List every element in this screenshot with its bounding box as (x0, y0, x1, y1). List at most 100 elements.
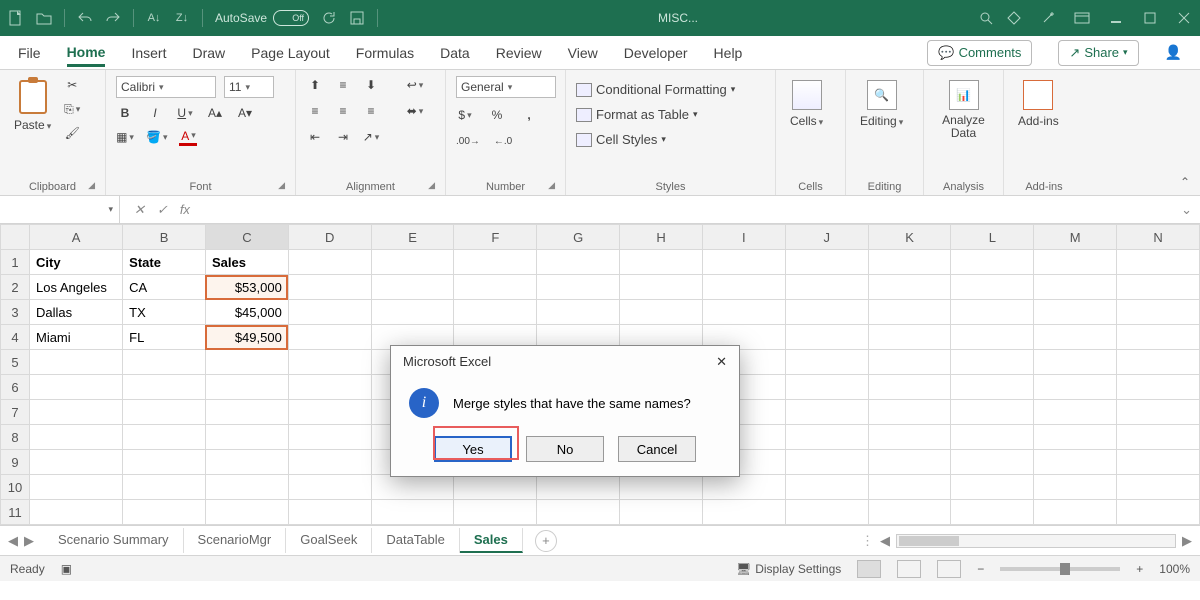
copy-icon[interactable]: ⎘ (63, 100, 81, 118)
sheet-tab-scenario-summary[interactable]: Scenario Summary (44, 528, 184, 553)
cell-N6[interactable] (1117, 375, 1200, 400)
cell-B11[interactable] (123, 500, 206, 525)
col-header-J[interactable]: J (785, 225, 868, 250)
cell-J8[interactable] (785, 425, 868, 450)
hscroll-right[interactable]: ▶ (1182, 533, 1192, 549)
cell-E1[interactable] (371, 250, 454, 275)
cell-M1[interactable] (1034, 250, 1117, 275)
col-header-H[interactable]: H (620, 225, 703, 250)
redo-icon[interactable] (105, 10, 121, 26)
tab-draw[interactable]: Draw (192, 39, 225, 67)
orientation-icon[interactable]: ↗ (362, 128, 380, 146)
cell-M7[interactable] (1034, 400, 1117, 425)
cell-D11[interactable] (288, 500, 371, 525)
cell-H10[interactable] (620, 475, 703, 500)
cancel-formula-icon[interactable]: ✕ (134, 202, 145, 218)
collapse-ribbon-icon[interactable]: ⌃ (1180, 175, 1190, 189)
sheet-tab-datatable[interactable]: DataTable (372, 528, 460, 553)
zoom-out-button[interactable]: − (977, 562, 984, 576)
diamond-icon[interactable] (1006, 10, 1022, 26)
cell-C3[interactable]: $45,000 (205, 300, 288, 325)
tab-page-layout[interactable]: Page Layout (251, 39, 330, 67)
format-as-table-button[interactable]: Format as Table▾ (576, 105, 698, 124)
dialog-no-button[interactable]: No (526, 436, 604, 462)
row-header-11[interactable]: 11 (1, 500, 30, 525)
tab-data[interactable]: Data (440, 39, 470, 67)
cell-I10[interactable] (702, 475, 785, 500)
cell-I1[interactable] (702, 250, 785, 275)
cell-H3[interactable] (620, 300, 703, 325)
font-launcher[interactable]: ◢ (278, 180, 285, 191)
cell-F10[interactable] (454, 475, 537, 500)
align-bottom-icon[interactable]: ⬇ (362, 76, 380, 94)
view-pagebreak-button[interactable] (937, 560, 961, 578)
cell-G11[interactable] (537, 500, 620, 525)
cell-H2[interactable] (620, 275, 703, 300)
row-header-4[interactable]: 4 (1, 325, 30, 350)
cell-J1[interactable] (785, 250, 868, 275)
cell-styles-button[interactable]: Cell Styles▾ (576, 130, 666, 149)
tab-developer[interactable]: Developer (624, 39, 688, 67)
fx-icon[interactable]: fx (180, 202, 190, 218)
cell-A7[interactable] (29, 400, 122, 425)
cell-D6[interactable] (288, 375, 371, 400)
cell-J9[interactable] (785, 450, 868, 475)
sheet-nav-prev[interactable]: ◀ (8, 533, 18, 549)
col-header-D[interactable]: D (288, 225, 371, 250)
cell-B3[interactable]: TX (123, 300, 206, 325)
col-header-I[interactable]: I (702, 225, 785, 250)
autosave-toggle[interactable]: AutoSave Off (215, 10, 309, 26)
cut-icon[interactable]: ✂ (63, 76, 81, 94)
maximize-icon[interactable] (1142, 10, 1158, 26)
align-middle-icon[interactable]: ≡ (334, 76, 352, 94)
cell-G1[interactable] (537, 250, 620, 275)
font-size-select[interactable]: 11▾ (224, 76, 274, 98)
cell-N5[interactable] (1117, 350, 1200, 375)
sort-desc-icon[interactable]: Z↓ (174, 10, 190, 26)
row-header-8[interactable]: 8 (1, 425, 30, 450)
cell-D7[interactable] (288, 400, 371, 425)
cell-C4[interactable]: $49,500 (205, 325, 288, 350)
analyze-data-button[interactable]: 📊Analyze Data (934, 76, 993, 144)
underline-button[interactable]: U (176, 104, 194, 122)
sheet-nav-next[interactable]: ▶ (24, 533, 34, 549)
col-header-C[interactable]: C (205, 225, 288, 250)
clipboard-launcher[interactable]: ◢ (88, 180, 95, 191)
minimize-icon[interactable] (1108, 10, 1124, 26)
cell-M3[interactable] (1034, 300, 1117, 325)
search-icon[interactable] (978, 10, 994, 26)
font-name-select[interactable]: Calibri▾ (116, 76, 216, 98)
cell-B8[interactable] (123, 425, 206, 450)
cell-E2[interactable] (371, 275, 454, 300)
cells-button[interactable]: Cells (786, 76, 827, 132)
cell-C9[interactable] (205, 450, 288, 475)
conditional-formatting-button[interactable]: Conditional Formatting▾ (576, 80, 735, 99)
cell-I2[interactable] (702, 275, 785, 300)
cell-A4[interactable]: Miami (29, 325, 122, 350)
cell-A2[interactable]: Los Angeles (29, 275, 122, 300)
cell-L1[interactable] (951, 250, 1034, 275)
alignment-launcher[interactable]: ◢ (428, 180, 435, 191)
cell-M6[interactable] (1034, 375, 1117, 400)
cell-N3[interactable] (1117, 300, 1200, 325)
add-sheet-button[interactable]: + (535, 530, 557, 552)
cell-L9[interactable] (951, 450, 1034, 475)
zoom-in-button[interactable]: + (1136, 562, 1143, 576)
cell-L4[interactable] (951, 325, 1034, 350)
col-header-F[interactable]: F (454, 225, 537, 250)
align-left-icon[interactable]: ≡ (306, 102, 324, 120)
sheet-tab-goalseek[interactable]: GoalSeek (286, 528, 372, 553)
cell-K1[interactable] (868, 250, 951, 275)
cell-K2[interactable] (868, 275, 951, 300)
cell-B2[interactable]: CA (123, 275, 206, 300)
sheet-tab-scenariomgr[interactable]: ScenarioMgr (184, 528, 287, 553)
cell-B10[interactable] (123, 475, 206, 500)
percent-icon[interactable]: % (488, 106, 506, 124)
cell-C1[interactable]: Sales (205, 250, 288, 275)
cell-B5[interactable] (123, 350, 206, 375)
cell-F2[interactable] (454, 275, 537, 300)
row-header-2[interactable]: 2 (1, 275, 30, 300)
number-format-select[interactable]: General▾ (456, 76, 556, 98)
tab-view[interactable]: View (568, 39, 598, 67)
merge-icon[interactable]: ⬌ (406, 102, 424, 120)
